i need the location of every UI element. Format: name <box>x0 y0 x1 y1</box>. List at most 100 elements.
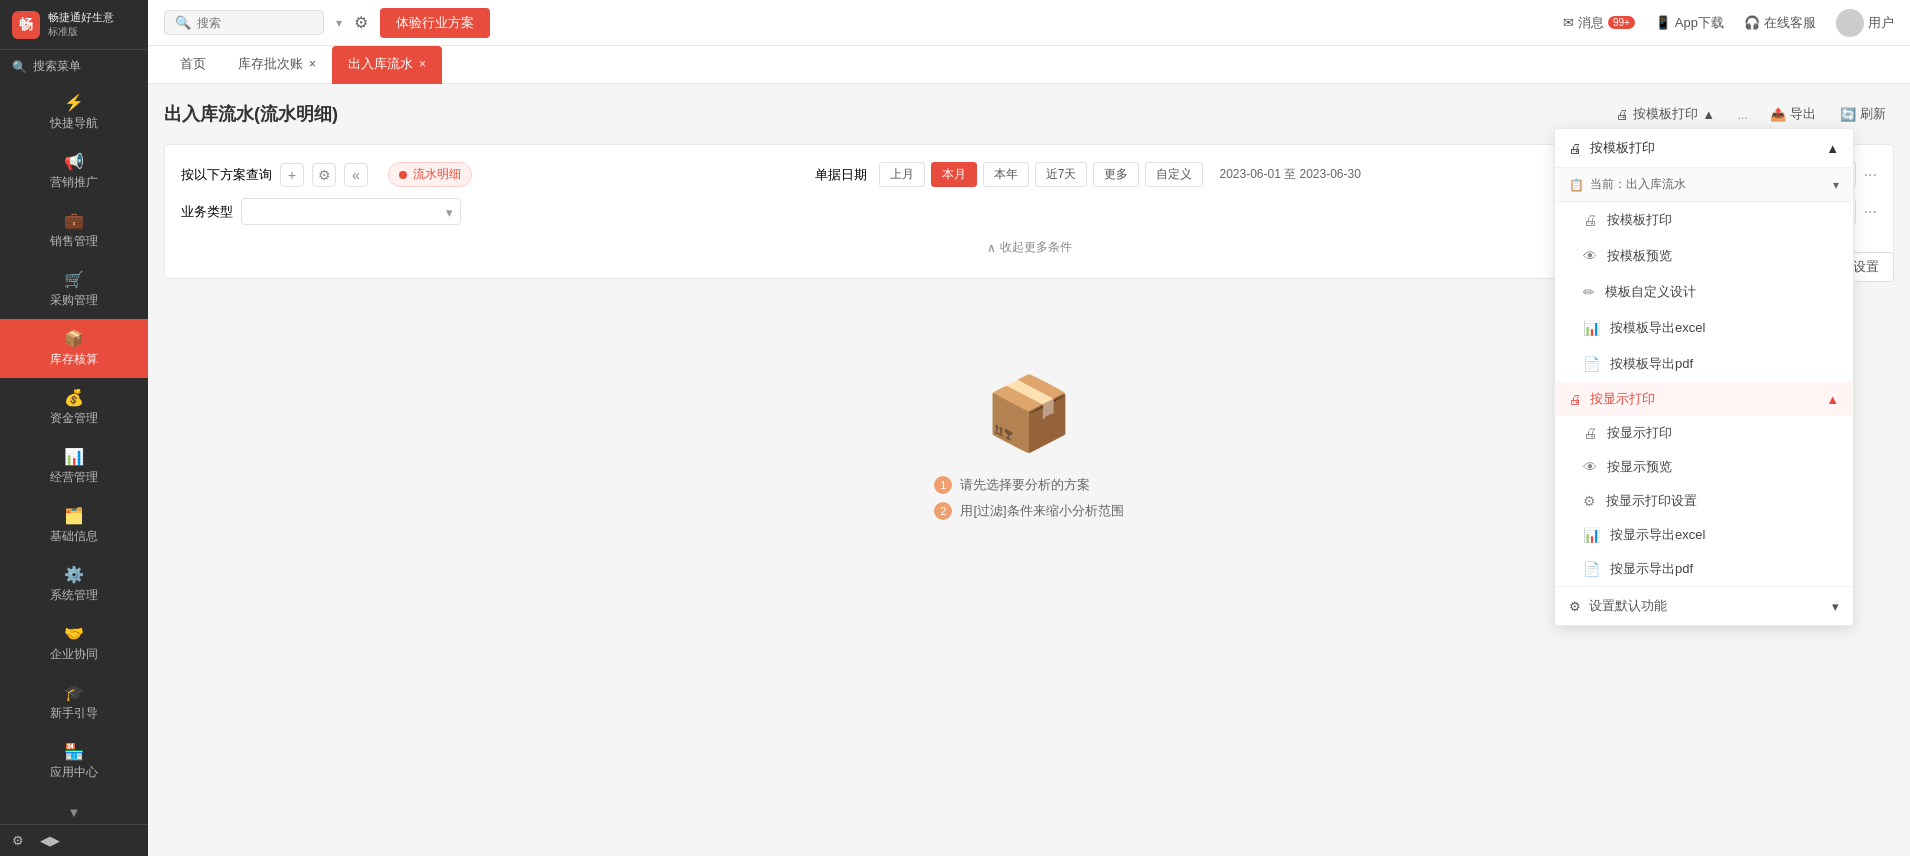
dropdown-header: 🖨 按模板打印 ▲ <box>1555 129 1853 168</box>
sidebar-item-enterprise[interactable]: 🤝 企业协同 <box>0 614 148 673</box>
sidebar-item-basic[interactable]: 🗂️ 基础信息 <box>0 496 148 555</box>
filter-row-2-left: 业务类型 <box>181 198 461 225</box>
print-btn[interactable]: 🖨 按模板打印 ▲ <box>1608 100 1723 128</box>
sidebar-item-label: 基础信息 <box>50 528 98 545</box>
user-avatar-btn[interactable]: 用户 <box>1836 9 1894 37</box>
content-area: 出入库流水(流水明细) 🖨 按模板打印 ▲ ... 📤 导出 🔄 刷新 <box>148 84 1910 856</box>
date-7days[interactable]: 近7天 <box>1035 162 1088 187</box>
step-2-label: 用[过滤]条件来缩小分析范围 <box>960 502 1123 520</box>
export-btn[interactable]: 📤 导出 <box>1762 100 1824 128</box>
page-top-actions: 🖨 按模板打印 ▲ ... 📤 导出 🔄 刷新 🖨 <box>1608 100 1894 128</box>
basic-icon: 🗂️ <box>64 506 84 525</box>
service-label: 在线客服 <box>1764 14 1816 32</box>
flow-detail-tag[interactable]: 流水明细 <box>388 162 472 187</box>
template-custom-item[interactable]: ✏ 模板自定义设计 <box>1555 274 1853 310</box>
template-preview-item[interactable]: 👁 按模板预览 <box>1555 238 1853 274</box>
settings-icon[interactable]: ⚙ <box>12 833 24 848</box>
tab-home[interactable]: 首页 <box>164 46 222 84</box>
step-1-label: 请先选择要分析的方案 <box>960 476 1090 494</box>
tab-batch[interactable]: 库存批次账 × <box>222 46 332 84</box>
sidebar-item-operation[interactable]: 📊 经营管理 <box>0 437 148 496</box>
sidebar-item-system[interactable]: ⚙️ 系统管理 <box>0 555 148 614</box>
display-print-settings-item[interactable]: ⚙ 按显示打印设置 <box>1555 484 1853 518</box>
search-icon: 🔍 <box>12 60 27 74</box>
topbar-search[interactable]: 🔍 <box>164 10 324 35</box>
scroll-down-btn[interactable]: ▼ <box>0 801 148 824</box>
step-2-number: 2 <box>934 502 952 520</box>
tag-label: 流水明细 <box>413 166 461 183</box>
logo: 畅 畅捷通好生意 标准版 <box>0 0 148 50</box>
sidebar-item-sales[interactable]: 💼 销售管理 <box>0 201 148 260</box>
date-last-month[interactable]: 上月 <box>879 162 925 187</box>
sidebar-item-label: 新手引导 <box>50 705 98 722</box>
current-template-label: 当前：出入库流水 <box>1590 176 1686 193</box>
template-excel-icon: 📊 <box>1583 320 1600 336</box>
business-type-select[interactable] <box>241 198 461 225</box>
default-settings-item[interactable]: ⚙ 设置默认功能 ▾ <box>1555 586 1853 625</box>
sidebar-item-purchase[interactable]: 🛒 采购管理 <box>0 260 148 319</box>
date-custom[interactable]: 自定义 <box>1145 162 1203 187</box>
sidebar-item-shortcut[interactable]: ⚡ 快捷导航 <box>0 83 148 142</box>
export-icon: 📤 <box>1770 107 1786 122</box>
online-service-btn[interactable]: 🎧 在线客服 <box>1744 14 1816 32</box>
topbar-search-input[interactable] <box>197 16 297 30</box>
tab-batch-close[interactable]: × <box>309 57 316 71</box>
display-print-item[interactable]: 🖨 按显示打印 <box>1555 416 1853 450</box>
date-this-year[interactable]: 本年 <box>983 162 1029 187</box>
topbar-gear-icon[interactable]: ⚙ <box>354 13 368 32</box>
template-pdf-label: 按模板导出pdf <box>1610 355 1693 373</box>
template-print-item[interactable]: 🖨 按模板打印 <box>1555 202 1853 238</box>
collapse-chevron-icon: ∧ <box>987 241 996 255</box>
filter-prefix: 按以下方案查询 + ⚙ « <box>181 163 368 187</box>
sidebar-item-marketing[interactable]: 📢 营销推广 <box>0 142 148 201</box>
display-section-chevron: ▲ <box>1826 392 1839 407</box>
template-icon: 📋 <box>1569 178 1584 192</box>
main-area: 🔍 ▾ ⚙ 体验行业方案 ✉ 消息 99+ 📱 App下载 🎧 在线客服 用户 <box>148 0 1910 856</box>
finance-icon: 💰 <box>64 388 84 407</box>
template-excel-label: 按模板导出excel <box>1610 319 1705 337</box>
date-this-month[interactable]: 本月 <box>931 162 977 187</box>
sidebar-item-finance[interactable]: 💰 资金管理 <box>0 378 148 437</box>
empty-steps: 1 请先选择要分析的方案 2 用[过滤]条件来缩小分析范围 <box>934 476 1123 528</box>
warehouse-more-btn[interactable]: ··· <box>1864 203 1877 221</box>
display-print-label: 按显示打印 <box>1607 424 1672 442</box>
refresh-btn[interactable]: 🔄 刷新 <box>1832 100 1894 128</box>
sidebar-item-guide[interactable]: 🎓 新手引导 <box>0 673 148 732</box>
message-badge: 99+ <box>1608 16 1635 29</box>
search-menu[interactable]: 🔍 搜索菜单 <box>0 50 148 83</box>
sidebar-toggle-icon[interactable]: ◀▶ <box>40 833 60 848</box>
display-print-section[interactable]: 🖨 按显示打印 ▲ <box>1555 382 1853 416</box>
display-export-excel-item[interactable]: 📊 按显示导出excel <box>1555 518 1853 552</box>
sidebar-item-appstore[interactable]: 🏪 应用中心 <box>0 732 148 791</box>
add-filter-btn[interactable]: + <box>280 163 304 187</box>
display-preview-item[interactable]: 👁 按显示预览 <box>1555 450 1853 484</box>
industry-btn[interactable]: 体验行业方案 <box>380 8 490 38</box>
filter-prefix-label: 按以下方案查询 <box>181 166 272 184</box>
tab-home-label: 首页 <box>180 55 206 73</box>
date-range: 2023-06-01 至 2023-06-30 <box>1219 166 1360 183</box>
tab-batch-label: 库存批次账 <box>238 55 303 73</box>
collapse-filter-btn[interactable]: « <box>344 163 368 187</box>
default-settings-chevron: ▾ <box>1832 599 1839 614</box>
more-dots-btn[interactable]: ... <box>1731 103 1754 126</box>
tab-flow[interactable]: 出入库流水 × <box>332 46 442 84</box>
app-icon: 📱 <box>1655 15 1671 30</box>
sales-icon: 💼 <box>64 211 84 230</box>
sidebar-item-inventory[interactable]: 📦 库存核算 <box>0 319 148 378</box>
date-more[interactable]: 更多 <box>1093 162 1139 187</box>
default-settings-icon: ⚙ <box>1569 599 1581 614</box>
marketing-icon: 📢 <box>64 152 84 171</box>
empty-step-1: 1 请先选择要分析的方案 <box>934 476 1123 494</box>
tab-flow-close[interactable]: × <box>419 57 426 71</box>
message-btn[interactable]: ✉ 消息 99+ <box>1563 14 1635 32</box>
doc-type-more-btn[interactable]: ··· <box>1864 166 1877 184</box>
sidebar-item-wechat[interactable]: 💬 企业微信 <box>0 791 148 801</box>
settings-filter-btn[interactable]: ⚙ <box>312 163 336 187</box>
display-export-pdf-item[interactable]: 📄 按显示导出pdf <box>1555 552 1853 586</box>
display-excel-icon: 📊 <box>1583 527 1600 543</box>
template-export-excel-item[interactable]: 📊 按模板导出excel <box>1555 310 1853 346</box>
template-export-pdf-item[interactable]: 📄 按模板导出pdf <box>1555 346 1853 382</box>
topbar-search-icon: 🔍 <box>175 15 191 30</box>
date-filter-group: 单据日期 上月 本月 本年 近7天 更多 自定义 2023-06-01 至 20… <box>815 162 1361 187</box>
app-download-btn[interactable]: 📱 App下载 <box>1655 14 1724 32</box>
